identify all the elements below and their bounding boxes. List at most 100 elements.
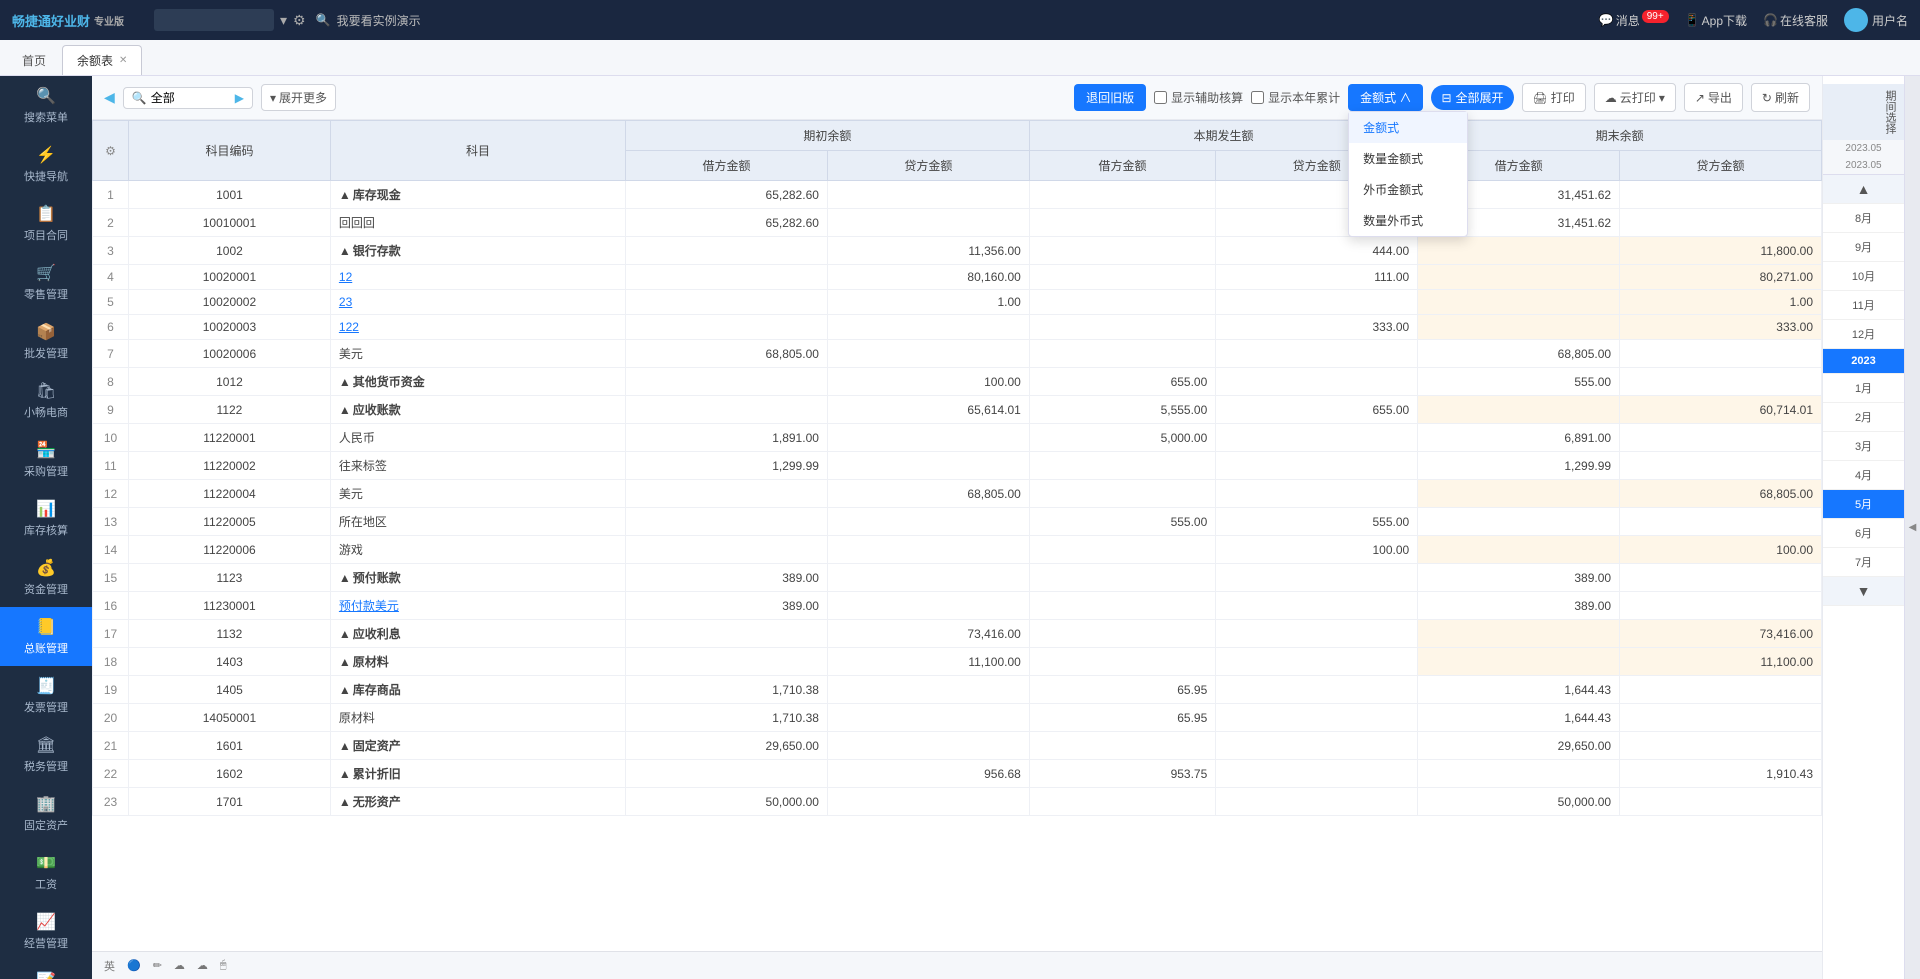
row-cd: [1029, 788, 1215, 816]
month-8[interactable]: 8月: [1823, 204, 1904, 233]
table-row: 4 10020001 12 80,160.00 111.00 80,271.00: [93, 265, 1822, 290]
month-11[interactable]: 11月: [1823, 291, 1904, 320]
sidebar-item-invoice[interactable]: 🧾 发票管理: [0, 666, 92, 725]
format-dropdown[interactable]: 金额式 ∧ 金额式 数量金额式 外币金额式 数量外币式: [1348, 84, 1423, 111]
row-code: 1002: [129, 237, 331, 265]
search-input[interactable]: [151, 91, 231, 105]
sidebar-item-payroll[interactable]: 💵 工资: [0, 843, 92, 902]
month-7[interactable]: 7月: [1823, 548, 1904, 577]
sidebar-item-inventory[interactable]: 📊 库存核算: [0, 489, 92, 548]
month-9[interactable]: 9月: [1823, 233, 1904, 262]
expand-btn[interactable]: ▾ 展开更多: [261, 84, 336, 111]
checkbox-ytd[interactable]: 显示本年累计: [1251, 89, 1340, 106]
status-icon-1[interactable]: 英: [104, 958, 115, 974]
sidebar-item-expense[interactable]: 📝 小畅报销: [0, 961, 92, 979]
row-name[interactable]: 122: [330, 315, 625, 340]
checkbox-ytd-input[interactable]: [1251, 91, 1264, 104]
format-option-qty-amount[interactable]: 数量金额式: [1349, 143, 1467, 174]
row-op-debit: 389.00: [626, 564, 828, 592]
status-icon-2[interactable]: 🔵: [127, 959, 141, 972]
format-option-foreign-amount[interactable]: 外币金额式: [1349, 174, 1467, 205]
download-btn[interactable]: 📱 App下载: [1685, 12, 1747, 29]
tab-close-icon[interactable]: ✕: [119, 55, 127, 66]
month-scroll-up[interactable]: ▲: [1823, 175, 1904, 204]
tab-balance-sheet[interactable]: 余额表 ✕: [62, 45, 142, 75]
export-btn[interactable]: ↗ 导出: [1684, 83, 1743, 112]
checkbox-auxiliary[interactable]: 显示辅助核算: [1154, 89, 1243, 106]
checkbox-auxiliary-input[interactable]: [1154, 91, 1167, 104]
year-2023[interactable]: 2023: [1823, 349, 1904, 374]
row-cl-credit: 68,805.00: [1620, 480, 1822, 508]
row-index: 20: [93, 704, 129, 732]
cloud-print-btn[interactable]: ☁ 云打印 ▾: [1594, 83, 1676, 112]
month-4[interactable]: 4月: [1823, 461, 1904, 490]
row-name[interactable]: 预付款美元: [330, 592, 625, 620]
status-icon-6[interactable]: 🖱: [220, 959, 227, 972]
settings-icon[interactable]: ⚙: [293, 12, 306, 29]
sidebar-item-tax[interactable]: 🏛 税务管理: [0, 725, 92, 784]
ledger-icon: 📒: [36, 617, 56, 637]
tab-home[interactable]: 首页: [8, 45, 60, 75]
row-cc: [1216, 760, 1418, 788]
user-avatar[interactable]: 用户名: [1844, 8, 1908, 32]
row-name[interactable]: 12: [330, 265, 625, 290]
sidebar-item-purchase[interactable]: 🏪 采购管理: [0, 430, 92, 489]
wholesale-icon: 📦: [36, 322, 56, 342]
sidebar-item-retail[interactable]: 🛒 零售管理: [0, 253, 92, 312]
row-op-credit: 100.00: [827, 368, 1029, 396]
expand-all-btn[interactable]: ⊟ 全部展开: [1431, 85, 1513, 110]
month-2[interactable]: 2月: [1823, 403, 1904, 432]
panel-toggle[interactable]: ◀: [1904, 76, 1920, 979]
status-icon-3[interactable]: ✏: [153, 959, 162, 972]
row-cl-credit: [1620, 592, 1822, 620]
refresh-btn[interactable]: ↻ 刷新: [1751, 83, 1810, 112]
sidebar-item-ledger[interactable]: 📒 总账管理: [0, 607, 92, 666]
row-op-credit: 11,356.00: [827, 237, 1029, 265]
sidebar-item-assets[interactable]: 🏢 固定资产: [0, 784, 92, 843]
refresh-icon: ↻: [1762, 91, 1772, 105]
row-cd: [1029, 732, 1215, 760]
sidebar-item-quicknav[interactable]: ⚡ 快捷导航: [0, 135, 92, 194]
month-10[interactable]: 10月: [1823, 262, 1904, 291]
month-3[interactable]: 3月: [1823, 432, 1904, 461]
demo-link[interactable]: 🔍 我要看实例演示: [316, 12, 421, 29]
format-btn[interactable]: 金额式 ∧: [1348, 84, 1423, 111]
row-name: 往来标签: [330, 452, 625, 480]
sidebar-item-wholesale[interactable]: 📦 批发管理: [0, 312, 92, 371]
row-op-debit: 50,000.00: [626, 788, 828, 816]
row-cl-debit: [1418, 648, 1620, 676]
nav-back-arrow[interactable]: ◀: [104, 89, 115, 106]
row-op-credit: [827, 788, 1029, 816]
right-panel-title[interactable]: 期间选择: [1823, 84, 1904, 140]
row-op-credit: [827, 424, 1029, 452]
table-row: 20 14050001 原材料 1,710.38 65.95 1,644.43: [93, 704, 1822, 732]
search-nav-arrow[interactable]: ▶: [235, 91, 244, 105]
status-icon-4[interactable]: ☁: [174, 959, 185, 972]
sidebar-item-operations[interactable]: 📈 经营管理: [0, 902, 92, 961]
month-6[interactable]: 6月: [1823, 519, 1904, 548]
sidebar-item-search[interactable]: 🔍 搜索菜单: [0, 76, 92, 135]
month-scroll-down[interactable]: ▼: [1823, 577, 1904, 606]
format-option-qty-foreign[interactable]: 数量外币式: [1349, 205, 1467, 236]
service-btn[interactable]: 🎧 在线客服: [1763, 12, 1828, 29]
row-name[interactable]: 23: [330, 290, 625, 315]
window-chevron[interactable]: ▾: [280, 12, 287, 29]
format-option-amount[interactable]: 金额式: [1349, 112, 1467, 143]
sidebar-item-finance[interactable]: 💰 资金管理: [0, 548, 92, 607]
row-op-debit: 65,282.60: [626, 209, 828, 237]
month-5[interactable]: 5月: [1823, 490, 1904, 519]
row-op-credit: [827, 676, 1029, 704]
table-row: 16 11230001 预付款美元 389.00 389.00: [93, 592, 1822, 620]
month-1[interactable]: 1月: [1823, 374, 1904, 403]
sidebar-item-contracts[interactable]: 📋 项目合同: [0, 194, 92, 253]
print-btn[interactable]: 🖨 打印: [1522, 83, 1586, 112]
message-btn[interactable]: 💬 消息 99+: [1599, 12, 1669, 29]
row-cd: 655.00: [1029, 368, 1215, 396]
row-cl-credit: 60,714.01: [1620, 396, 1822, 424]
back-old-version-btn[interactable]: 退回旧版: [1074, 84, 1146, 111]
status-icon-5[interactable]: ☁: [197, 959, 208, 972]
sidebar: 🔍 搜索菜单 ⚡ 快捷导航 📋 项目合同 🛒 零售管理 📦 批发管理 🛍 小畅电…: [0, 76, 92, 979]
month-12[interactable]: 12月: [1823, 320, 1904, 349]
sidebar-item-ecommerce[interactable]: 🛍 小畅电商: [0, 371, 92, 430]
table-settings-col[interactable]: ⚙: [93, 121, 129, 181]
